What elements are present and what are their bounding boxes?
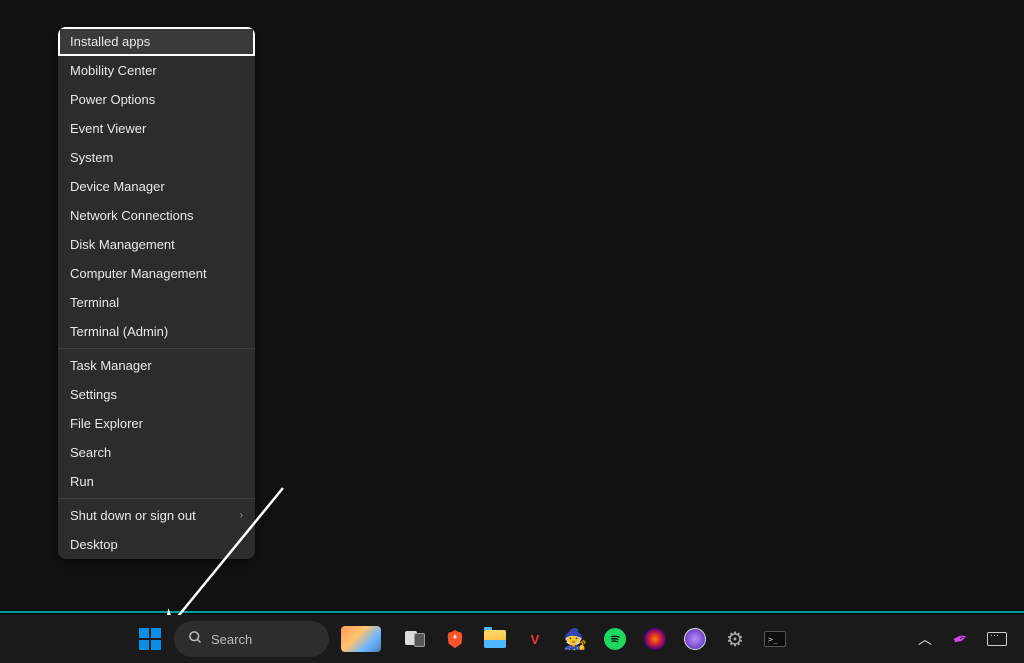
- taskbar-app-character[interactable]: 🧙: [557, 621, 593, 657]
- taskbar-app-file-explorer[interactable]: [477, 621, 513, 657]
- menu-item-shutdown[interactable]: Shut down or sign out ›: [58, 501, 255, 530]
- search-placeholder: Search: [211, 632, 252, 647]
- menu-item-label: Event Viewer: [70, 121, 146, 136]
- menu-item-label: Installed apps: [70, 34, 150, 49]
- search-icon: [188, 630, 203, 648]
- menu-separator: [58, 498, 255, 499]
- taskbar: Search V 🧙: [0, 615, 1024, 663]
- menu-item-system[interactable]: System: [58, 143, 255, 172]
- menu-item-task-manager[interactable]: Task Manager: [58, 351, 255, 380]
- menu-item-label: Disk Management: [70, 237, 175, 252]
- menu-item-search[interactable]: Search: [58, 438, 255, 467]
- menu-item-mobility-center[interactable]: Mobility Center: [58, 56, 255, 85]
- menu-item-power-options[interactable]: Power Options: [58, 85, 255, 114]
- tray-touch-keyboard[interactable]: [986, 628, 1008, 650]
- menu-item-label: Shut down or sign out: [70, 508, 196, 523]
- menu-item-label: Settings: [70, 387, 117, 402]
- taskbar-app-settings[interactable]: ⚙: [717, 621, 753, 657]
- task-view-icon: [405, 631, 425, 647]
- chevron-right-icon: ›: [240, 510, 243, 521]
- menu-item-label: File Explorer: [70, 416, 143, 431]
- tray-overflow-button[interactable]: ︿: [914, 628, 936, 650]
- weather-icon: [341, 626, 381, 652]
- menu-item-run[interactable]: Run: [58, 467, 255, 496]
- feather-icon: ✒: [950, 627, 971, 652]
- menu-item-label: Desktop: [70, 537, 118, 552]
- menu-item-device-manager[interactable]: Device Manager: [58, 172, 255, 201]
- terminal-icon: >_: [764, 631, 786, 647]
- taskbar-app-terminal[interactable]: >_: [757, 621, 793, 657]
- taskbar-app-davinci-resolve[interactable]: [637, 621, 673, 657]
- taskbar-app-vivaldi[interactable]: V: [517, 621, 553, 657]
- menu-item-label: Search: [70, 445, 111, 460]
- start-button[interactable]: [132, 621, 168, 657]
- menu-item-label: Device Manager: [70, 179, 165, 194]
- keyboard-icon: [987, 632, 1007, 646]
- menu-item-terminal-admin[interactable]: Terminal (Admin): [58, 317, 255, 346]
- winx-context-menu: Installed apps Mobility Center Power Opt…: [58, 27, 255, 559]
- menu-item-label: System: [70, 150, 113, 165]
- brave-icon: [444, 628, 466, 650]
- menu-item-label: Network Connections: [70, 208, 194, 223]
- vivaldi-icon: V: [524, 628, 546, 650]
- menu-separator: [58, 348, 255, 349]
- menu-item-label: Mobility Center: [70, 63, 157, 78]
- taskbar-app-brave[interactable]: [437, 621, 473, 657]
- windows-logo-icon: [139, 628, 161, 650]
- menu-item-label: Run: [70, 474, 94, 489]
- taskbar-app-task-view[interactable]: [397, 621, 433, 657]
- taskbar-app-spotify[interactable]: [597, 621, 633, 657]
- taskbar-app-camera[interactable]: [677, 621, 713, 657]
- menu-item-desktop[interactable]: Desktop: [58, 530, 255, 559]
- menu-item-computer-management[interactable]: Computer Management: [58, 259, 255, 288]
- menu-item-network-connections[interactable]: Network Connections: [58, 201, 255, 230]
- menu-item-file-explorer[interactable]: File Explorer: [58, 409, 255, 438]
- desktop-area[interactable]: Installed apps Mobility Center Power Opt…: [0, 0, 1024, 613]
- menu-item-installed-apps[interactable]: Installed apps: [58, 27, 255, 56]
- menu-item-settings[interactable]: Settings: [58, 380, 255, 409]
- taskbar-search[interactable]: Search: [174, 621, 329, 657]
- menu-item-terminal[interactable]: Terminal: [58, 288, 255, 317]
- menu-item-label: Terminal (Admin): [70, 324, 168, 339]
- system-tray: ︿ ✒: [914, 628, 1008, 650]
- camera-icon: [684, 628, 706, 650]
- character-icon: 🧙: [563, 627, 588, 652]
- spotify-icon: [604, 628, 626, 650]
- menu-item-label: Task Manager: [70, 358, 152, 373]
- menu-item-disk-management[interactable]: Disk Management: [58, 230, 255, 259]
- menu-item-label: Terminal: [70, 295, 119, 310]
- tray-feather-app[interactable]: ✒: [950, 628, 972, 650]
- weather-widget[interactable]: [337, 621, 385, 657]
- chevron-up-icon: ︿: [918, 629, 932, 649]
- menu-item-label: Computer Management: [70, 266, 207, 281]
- gear-icon: ⚙: [726, 627, 744, 652]
- menu-item-label: Power Options: [70, 92, 155, 107]
- davinci-resolve-icon: [644, 628, 666, 650]
- menu-item-event-viewer[interactable]: Event Viewer: [58, 114, 255, 143]
- folder-icon: [484, 630, 506, 648]
